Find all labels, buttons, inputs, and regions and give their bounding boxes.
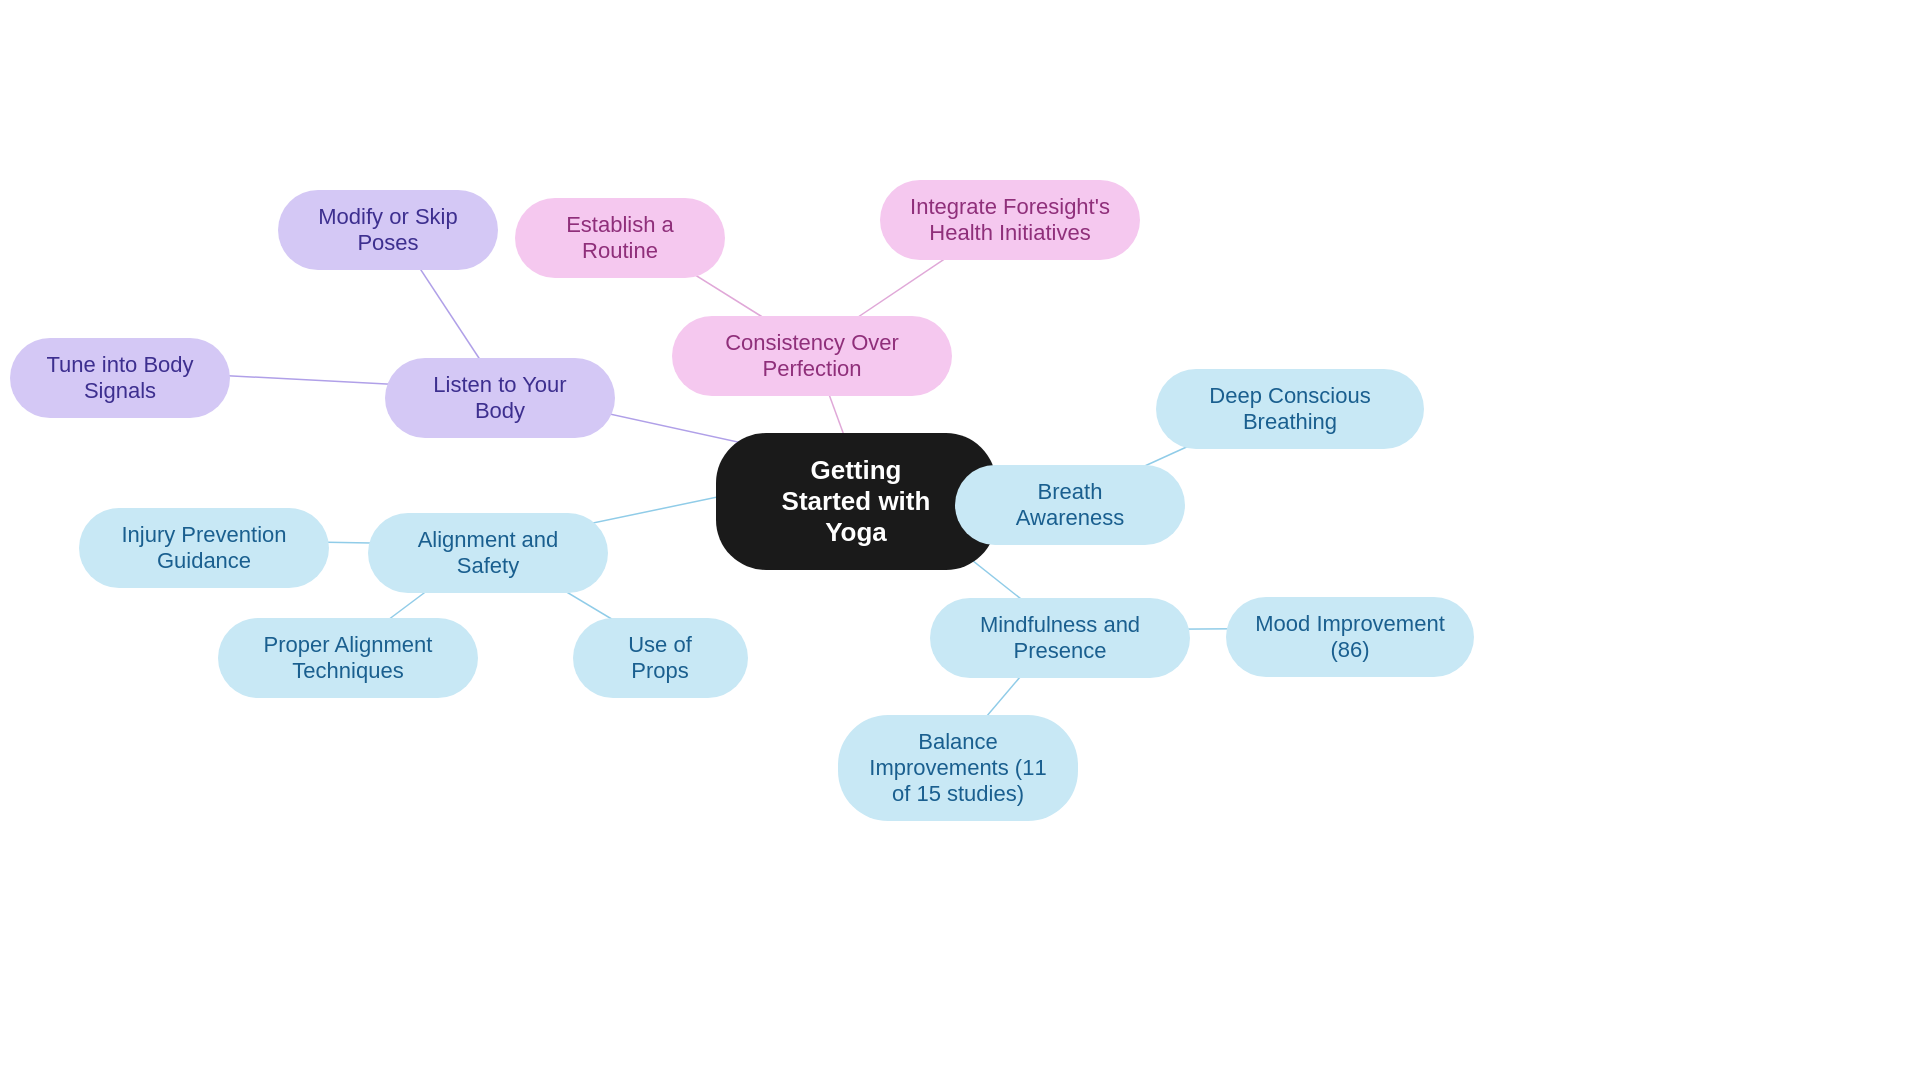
node-tune-body[interactable]: Tune into Body Signals xyxy=(10,338,230,418)
node-mood-improvement[interactable]: Mood Improvement (86) xyxy=(1226,597,1474,677)
node-alignment-safety[interactable]: Alignment and Safety xyxy=(368,513,608,593)
node-balance-improvements[interactable]: Balance Improvements (11 of 15 studies) xyxy=(838,715,1078,821)
node-modify-skip[interactable]: Modify or Skip Poses xyxy=(278,190,498,270)
node-deep-conscious[interactable]: Deep Conscious Breathing xyxy=(1156,369,1424,449)
node-use-of-props[interactable]: Use of Props xyxy=(573,618,748,698)
node-proper-alignment[interactable]: Proper Alignment Techniques xyxy=(218,618,478,698)
mind-map: Getting Started with Yoga Listen to Your… xyxy=(0,0,1920,1083)
node-mindfulness[interactable]: Mindfulness and Presence xyxy=(930,598,1190,678)
node-integrate-foresight[interactable]: Integrate Foresight's Health Initiatives xyxy=(880,180,1140,260)
node-consistency[interactable]: Consistency Over Perfection xyxy=(672,316,952,396)
node-establish-routine[interactable]: Establish a Routine xyxy=(515,198,725,278)
node-injury-prevention[interactable]: Injury Prevention Guidance xyxy=(79,508,329,588)
node-listen-body[interactable]: Listen to Your Body xyxy=(385,358,615,438)
node-center[interactable]: Getting Started with Yoga xyxy=(716,433,996,570)
node-breath-awareness[interactable]: Breath Awareness xyxy=(955,465,1185,545)
